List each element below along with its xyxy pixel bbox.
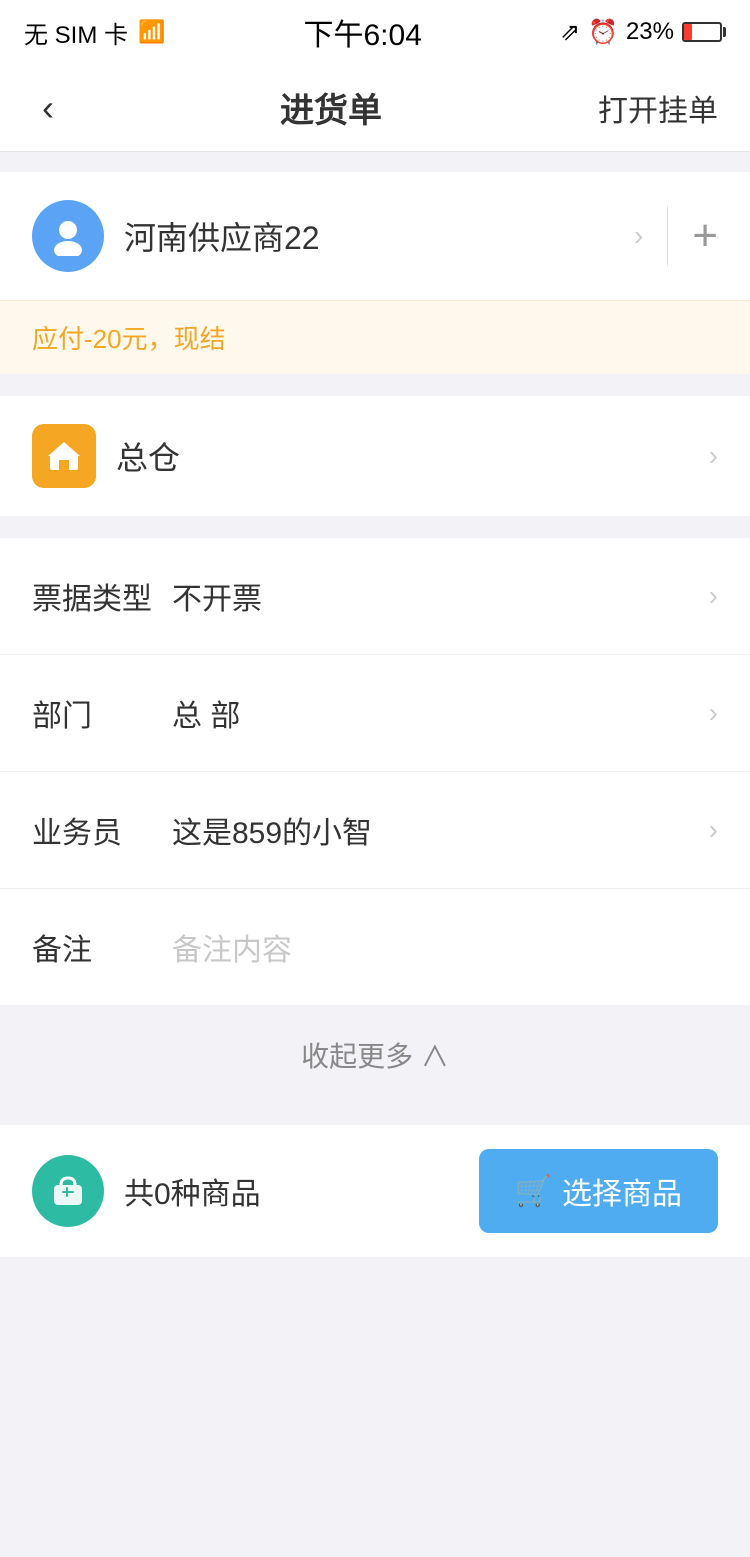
warehouse-name: 总仓 [116, 433, 709, 479]
warehouse-icon [46, 438, 82, 474]
vertical-divider [667, 206, 668, 266]
warehouse-chevron-icon: › [709, 440, 718, 472]
section-gap-3 [0, 518, 750, 538]
section-gap-4 [0, 1103, 750, 1123]
add-supplier-button[interactable]: + [692, 214, 718, 258]
remark-label: 备注 [32, 925, 172, 969]
supplier-avatar [32, 200, 104, 272]
product-count-label: 共0种商品 [124, 1169, 479, 1213]
department-chevron-icon: › [709, 697, 718, 729]
select-product-label: 选择商品 [562, 1169, 682, 1213]
battery-icon [682, 22, 726, 42]
status-bar: 无 SIM 卡 📶 下午6:04 ⇗ ⏰ 23% [0, 0, 750, 64]
wifi-icon: 📶 [138, 19, 165, 45]
supplier-card: 河南供应商22 › + 应付-20元，现结 [0, 172, 750, 374]
invoice-type-value: 不开票 [172, 574, 709, 618]
department-label: 部门 [32, 691, 172, 735]
form-card: 票据类型 不开票 › 部门 总 部 › 业务员 这是859的小智 › 备注 备注… [0, 538, 750, 1005]
battery-label: 23% [626, 18, 674, 46]
product-icon-wrap [32, 1155, 104, 1227]
back-button[interactable]: ‹ [32, 77, 64, 139]
page-background [0, 1257, 750, 1557]
salesman-row[interactable]: 业务员 这是859的小智 › [0, 772, 750, 889]
notice-text: 应付-20元，现结 [32, 324, 226, 354]
invoice-type-row[interactable]: 票据类型 不开票 › [0, 538, 750, 655]
supplier-chevron-icon: › [634, 220, 643, 252]
section-gap-1 [0, 152, 750, 172]
department-row[interactable]: 部门 总 部 › [0, 655, 750, 772]
salesman-chevron-icon: › [709, 814, 718, 846]
alarm-icon: ⏰ [588, 18, 618, 47]
select-product-icon: 🛒 [515, 1174, 552, 1209]
product-icon [48, 1171, 88, 1211]
department-value: 总 部 [172, 691, 709, 735]
collapse-label: 收起更多 ∧ [301, 1035, 449, 1075]
warehouse-row[interactable]: 总仓 › [0, 396, 750, 516]
salesman-label: 业务员 [32, 808, 172, 852]
invoice-type-label: 票据类型 [32, 574, 172, 618]
location-icon: ⇗ [560, 18, 580, 47]
status-left: 无 SIM 卡 📶 [24, 15, 165, 50]
status-time: 下午6:04 [303, 10, 421, 54]
page-title: 进货单 [280, 83, 382, 132]
bottom-bar: 共0种商品 🛒 选择商品 [0, 1125, 750, 1257]
status-right: ⇗ ⏰ 23% [560, 18, 726, 47]
collapse-button[interactable]: 收起更多 ∧ [0, 1007, 750, 1103]
remark-row[interactable]: 备注 备注内容 [0, 889, 750, 1005]
person-icon [48, 216, 88, 256]
open-pending-button[interactable]: 打开挂单 [598, 86, 718, 130]
supplier-name: 河南供应商22 [124, 213, 634, 259]
supplier-row[interactable]: 河南供应商22 › + [0, 172, 750, 300]
remark-input[interactable]: 备注内容 [172, 925, 718, 969]
notice-bar: 应付-20元，现结 [0, 300, 750, 374]
carrier-label: 无 SIM 卡 [24, 15, 128, 50]
nav-bar: ‹ 进货单 打开挂单 [0, 64, 750, 152]
warehouse-card[interactable]: 总仓 › [0, 396, 750, 516]
salesman-value: 这是859的小智 [172, 808, 709, 852]
invoice-type-chevron-icon: › [709, 580, 718, 612]
section-gap-2 [0, 376, 750, 396]
warehouse-icon-wrap [32, 424, 96, 488]
select-product-button[interactable]: 🛒 选择商品 [479, 1149, 718, 1233]
